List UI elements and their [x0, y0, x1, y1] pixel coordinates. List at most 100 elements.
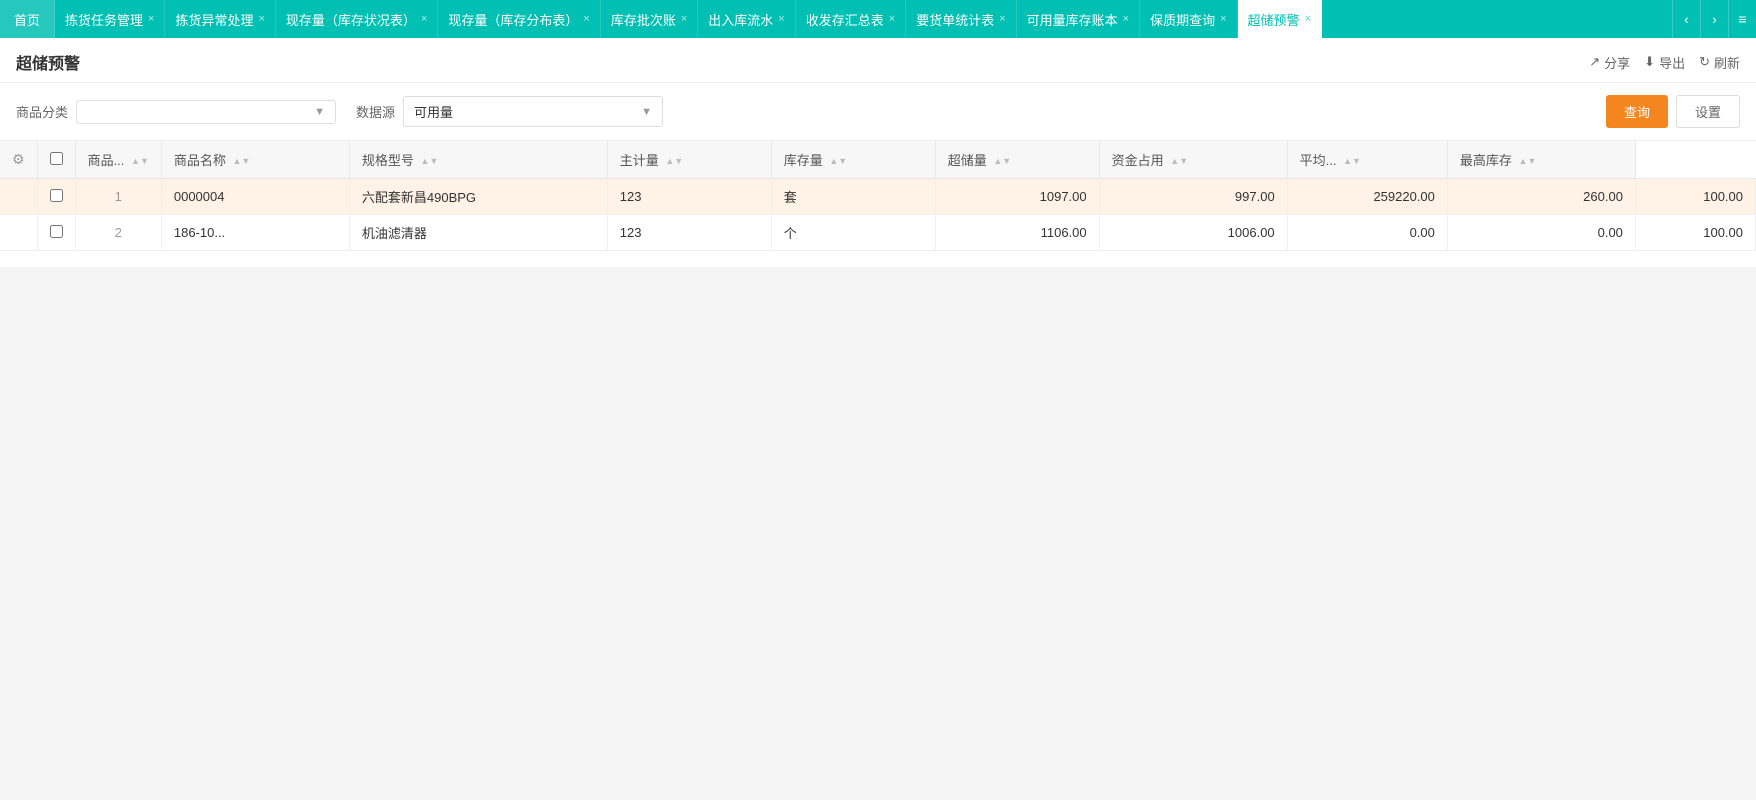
- row-stock: 1097.00: [935, 179, 1099, 215]
- row-unit: 套: [771, 179, 935, 215]
- name-sort-icon: ▲▼: [233, 157, 251, 166]
- tab-5[interactable]: 库存批次账 ×: [601, 0, 698, 38]
- unit-sort-icon: ▲▼: [665, 157, 683, 166]
- col-header-capital[interactable]: 资金占用 ▲▼: [1099, 141, 1287, 179]
- nav-home[interactable]: 首页: [0, 0, 55, 38]
- over-sort-icon: ▲▼: [993, 157, 1011, 166]
- refresh-btn[interactable]: ↻ 刷新: [1699, 53, 1740, 72]
- filter-actions: 查询 设置: [1606, 95, 1740, 128]
- stock-sort-icon: ▲▼: [829, 157, 847, 166]
- tab-3[interactable]: 现存量（库存状况表） ×: [276, 0, 438, 38]
- page-header: 超储预警 ↗ 分享 ⬇ 导出 ↻ 刷新: [0, 38, 1756, 83]
- row-stock: 1106.00: [935, 215, 1099, 251]
- data-table: ⚙ 商品... ▲▼ 商品名称 ▲▼ 规格型号 ▲▼: [0, 141, 1756, 251]
- export-btn[interactable]: ⬇ 导出: [1644, 53, 1685, 72]
- query-button[interactable]: 查询: [1606, 95, 1668, 128]
- category-select[interactable]: ▼: [76, 100, 336, 124]
- col-header-max[interactable]: 最高库存 ▲▼: [1447, 141, 1635, 179]
- row-avg: 0.00: [1447, 215, 1635, 251]
- table-header-row: ⚙ 商品... ▲▼ 商品名称 ▲▼ 规格型号 ▲▼: [0, 141, 1756, 179]
- tab-8[interactable]: 要货单统计表 ×: [906, 0, 1016, 38]
- table-row: 2 186-10... 机油滤清器 123 个 1106.00 1006.00 …: [0, 215, 1756, 251]
- page-title: 超储预警: [16, 50, 80, 74]
- nav-more-btn[interactable]: ≡: [1728, 0, 1756, 38]
- share-btn[interactable]: ↗ 分享: [1589, 53, 1630, 72]
- data-table-wrapper: ⚙ 商品... ▲▼ 商品名称 ▲▼ 规格型号 ▲▼: [0, 141, 1756, 267]
- select-all-checkbox[interactable]: [50, 152, 63, 165]
- col-header-sku[interactable]: 商品... ▲▼: [75, 141, 161, 179]
- datasource-arrow-icon: ▼: [641, 106, 652, 118]
- tab-7[interactable]: 收发存汇总表 ×: [796, 0, 906, 38]
- col-header-spec[interactable]: 规格型号 ▲▼: [349, 141, 607, 179]
- tab-6[interactable]: 出入库流水 ×: [698, 0, 795, 38]
- avg-sort-icon: ▲▼: [1343, 157, 1361, 166]
- tab-1-close[interactable]: ×: [148, 13, 154, 25]
- col-header-over[interactable]: 超储量 ▲▼: [935, 141, 1099, 179]
- col-header-checkbox[interactable]: [37, 141, 75, 179]
- row-index: 2: [75, 215, 161, 251]
- page-wrapper: 超储预警 ↗ 分享 ⬇ 导出 ↻ 刷新 商品分类 ▼ 数据源: [0, 38, 1756, 267]
- row-checkbox[interactable]: [50, 225, 63, 238]
- row-gear-cell: [0, 215, 37, 251]
- row-over: 1006.00: [1099, 215, 1287, 251]
- row-spec: 123: [607, 215, 771, 251]
- spec-sort-icon: ▲▼: [421, 157, 439, 166]
- tab-2-close[interactable]: ×: [258, 13, 264, 25]
- header-actions: ↗ 分享 ⬇ 导出 ↻ 刷新: [1589, 53, 1740, 72]
- row-sku: 186-10...: [161, 215, 349, 251]
- filter-bar: 商品分类 ▼ 数据源 可用量 ▼ 查询 设置: [0, 83, 1756, 141]
- tab-2[interactable]: 拣货异常处理 ×: [165, 0, 275, 38]
- row-max: 100.00: [1635, 179, 1755, 215]
- col-header-name[interactable]: 商品名称 ▲▼: [161, 141, 349, 179]
- tab-11[interactable]: 超储预警 ×: [1238, 0, 1322, 38]
- tab-3-close[interactable]: ×: [421, 13, 427, 25]
- datasource-label: 数据源: [356, 102, 395, 121]
- tab-4-close[interactable]: ×: [583, 13, 589, 25]
- row-max: 100.00: [1635, 215, 1755, 251]
- tab-5-close[interactable]: ×: [681, 13, 687, 25]
- column-settings-icon[interactable]: ⚙: [12, 151, 25, 167]
- datasource-select[interactable]: 可用量 ▼: [403, 96, 663, 127]
- row-spec: 123: [607, 179, 771, 215]
- row-avg: 260.00: [1447, 179, 1635, 215]
- row-checkbox-cell[interactable]: [37, 215, 75, 251]
- nav-next-btn[interactable]: ›: [1700, 0, 1728, 38]
- max-sort-icon: ▲▼: [1519, 157, 1537, 166]
- tab-7-close[interactable]: ×: [889, 13, 895, 25]
- row-checkbox[interactable]: [50, 189, 63, 202]
- nav-prev-btn[interactable]: ‹: [1672, 0, 1700, 38]
- tab-1[interactable]: 拣货任务管理 ×: [55, 0, 165, 38]
- datasource-filter-group: 数据源 可用量 ▼: [356, 96, 663, 127]
- tab-4[interactable]: 现存量（库存分布表） ×: [438, 0, 600, 38]
- tab-10[interactable]: 保质期查询 ×: [1140, 0, 1237, 38]
- top-navigation: 首页 拣货任务管理 × 拣货异常处理 × 现存量（库存状况表） × 现存量（库存…: [0, 0, 1756, 38]
- row-over: 997.00: [1099, 179, 1287, 215]
- row-sku: 0000004: [161, 179, 349, 215]
- tab-8-close[interactable]: ×: [999, 13, 1005, 25]
- tab-6-close[interactable]: ×: [778, 13, 784, 25]
- row-name: 机油滤清器: [349, 215, 607, 251]
- datasource-value: 可用量: [414, 102, 453, 121]
- sku-sort-icon: ▲▼: [131, 157, 149, 166]
- row-capital: 259220.00: [1287, 179, 1447, 215]
- row-gear-cell: [0, 179, 37, 215]
- row-checkbox-cell[interactable]: [37, 179, 75, 215]
- capital-sort-icon: ▲▼: [1170, 157, 1188, 166]
- category-filter-group: 商品分类 ▼: [16, 100, 336, 124]
- row-name: 六配套新昌490BPG: [349, 179, 607, 215]
- col-header-stock[interactable]: 库存量 ▲▼: [771, 141, 935, 179]
- col-header-avg[interactable]: 平均... ▲▼: [1287, 141, 1447, 179]
- refresh-icon: ↻: [1699, 54, 1710, 70]
- tab-11-close[interactable]: ×: [1305, 13, 1311, 25]
- tab-9-close[interactable]: ×: [1123, 13, 1129, 25]
- export-icon: ⬇: [1644, 54, 1655, 70]
- col-header-unit[interactable]: 主计量 ▲▼: [607, 141, 771, 179]
- row-index: 1: [75, 179, 161, 215]
- tab-9[interactable]: 可用量库存账本 ×: [1017, 0, 1140, 38]
- col-header-settings: ⚙: [0, 141, 37, 179]
- settings-button[interactable]: 设置: [1676, 95, 1740, 128]
- row-capital: 0.00: [1287, 215, 1447, 251]
- category-label: 商品分类: [16, 102, 68, 121]
- share-icon: ↗: [1589, 54, 1600, 70]
- tab-10-close[interactable]: ×: [1220, 13, 1226, 25]
